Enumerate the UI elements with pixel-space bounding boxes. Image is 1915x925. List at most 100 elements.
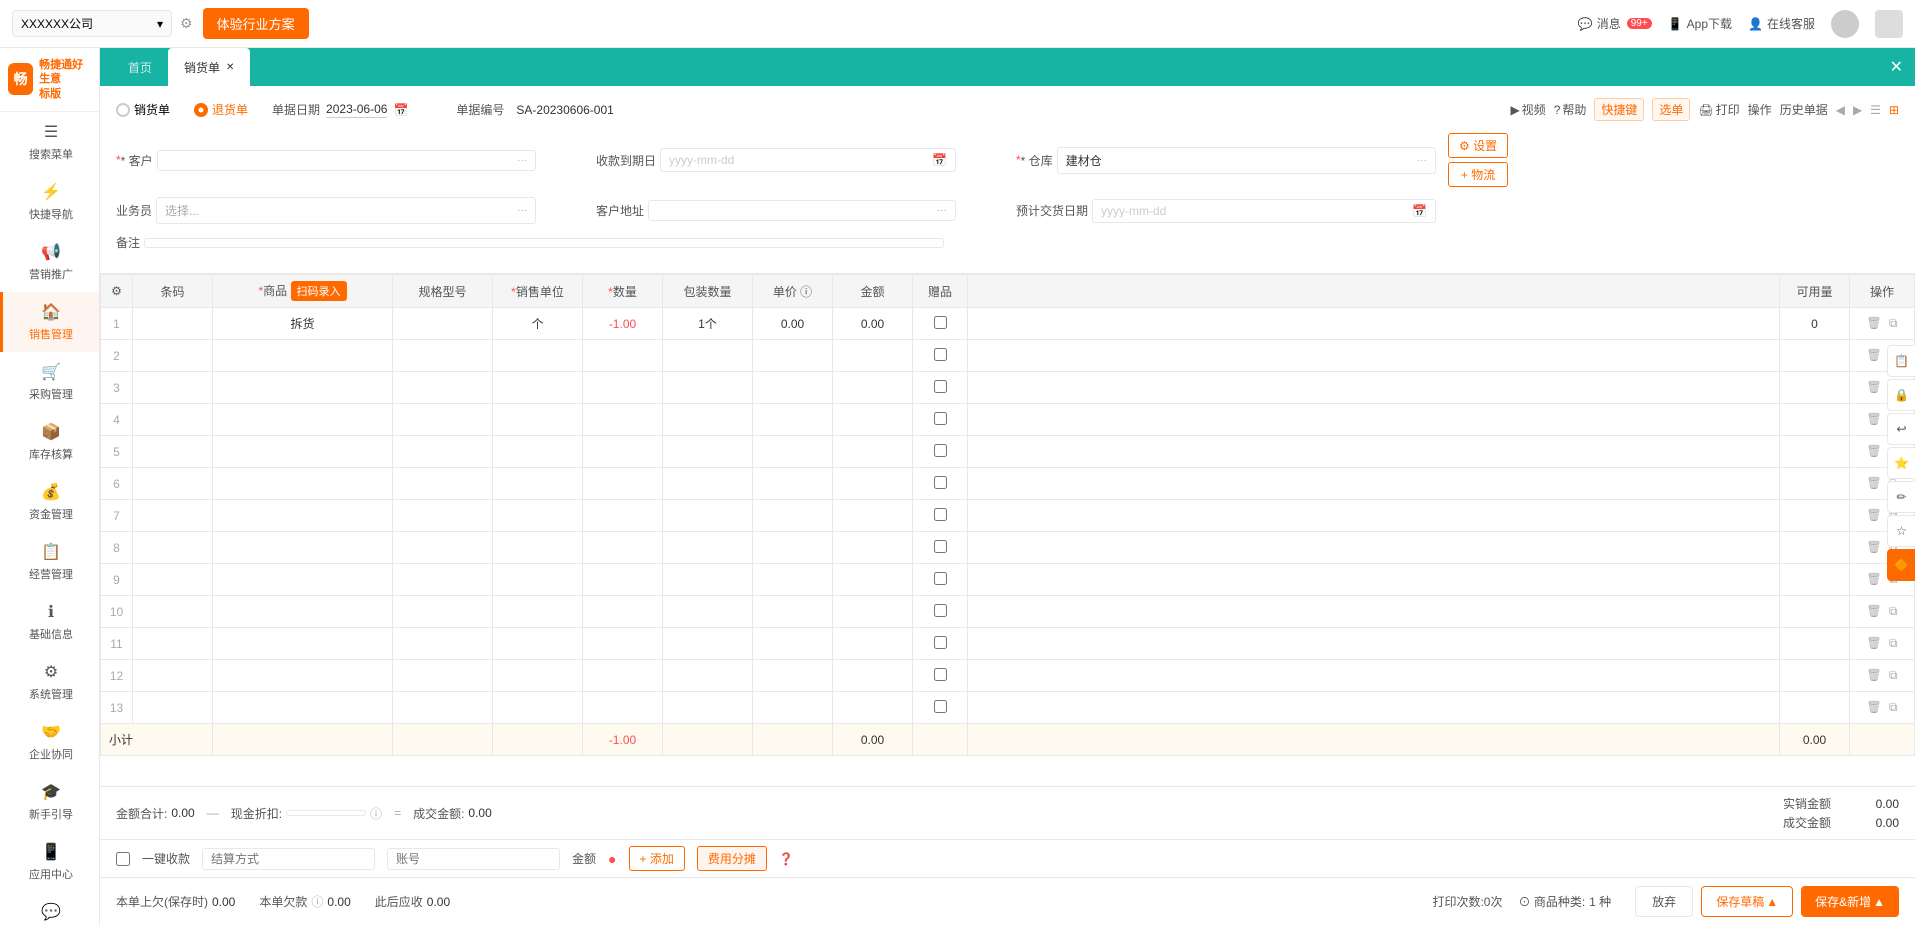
cell-spec[interactable]: [393, 372, 493, 404]
delete-icon[interactable]: 🗑: [1866, 380, 1881, 394]
sidebar-item-marketing[interactable]: 📢 营销推广: [0, 232, 99, 292]
add-payment-btn[interactable]: + 添加: [629, 846, 685, 871]
cell-unit[interactable]: [493, 692, 583, 724]
cell-unit-price[interactable]: [753, 372, 833, 404]
cell-remark[interactable]: [968, 436, 1780, 468]
cell-pack-qty[interactable]: [663, 404, 753, 436]
sidebar-item-collab[interactable]: 🤝 企业协同: [0, 712, 99, 772]
logistics-btn[interactable]: + 物流: [1448, 162, 1508, 187]
customer-address-input[interactable]: ···: [648, 200, 956, 221]
cell-quantity[interactable]: [583, 692, 663, 724]
cell-pack-qty[interactable]: [663, 564, 753, 596]
cell-remark[interactable]: [968, 500, 1780, 532]
cell-barcode[interactable]: [133, 468, 213, 500]
cell-spec[interactable]: [393, 436, 493, 468]
cell-spec[interactable]: [393, 340, 493, 372]
cell-remark[interactable]: [968, 308, 1780, 340]
cell-gift[interactable]: [913, 564, 968, 596]
print-btn[interactable]: 🖨打印: [1698, 101, 1739, 118]
cell-unit[interactable]: [493, 500, 583, 532]
message-btn[interactable]: 💬 消息 99+: [1578, 15, 1652, 32]
cell-product[interactable]: [213, 500, 393, 532]
cell-gift[interactable]: [913, 372, 968, 404]
nav-prev-icon[interactable]: ◀: [1836, 103, 1845, 117]
amount-add-circle[interactable]: ●: [608, 851, 616, 867]
cell-remark[interactable]: [968, 692, 1780, 724]
cell-amount[interactable]: [833, 564, 913, 596]
sidebar-item-wechat[interactable]: 💬 企业微信: [0, 892, 99, 925]
trial-button[interactable]: 体验行业方案: [203, 8, 309, 39]
expected-date-cal-icon[interactable]: 📅: [1412, 204, 1427, 218]
delete-icon[interactable]: 🗑: [1866, 316, 1881, 330]
copy-icon[interactable]: ⧉: [1889, 668, 1898, 682]
cell-remark[interactable]: [968, 596, 1780, 628]
cell-product[interactable]: [213, 532, 393, 564]
cell-quantity[interactable]: [583, 340, 663, 372]
cell-quantity[interactable]: [583, 500, 663, 532]
cell-gift[interactable]: [913, 596, 968, 628]
cell-unit-price[interactable]: [753, 468, 833, 500]
cell-pack-qty[interactable]: [663, 468, 753, 500]
cell-barcode[interactable]: [133, 436, 213, 468]
copy-icon[interactable]: ⧉: [1889, 316, 1898, 330]
cell-barcode[interactable]: [133, 372, 213, 404]
delete-icon[interactable]: 🗑: [1866, 668, 1881, 682]
cell-unit-price[interactable]: [753, 628, 833, 660]
company-selector[interactable]: XXXXXX公司 ▾: [12, 10, 172, 37]
window-close-icon[interactable]: ✕: [1890, 59, 1903, 76]
copy-icon[interactable]: ⧉: [1889, 636, 1898, 650]
cell-pack-qty[interactable]: [663, 660, 753, 692]
cell-product[interactable]: [213, 468, 393, 500]
cell-barcode[interactable]: [133, 500, 213, 532]
cell-spec[interactable]: [393, 692, 493, 724]
cell-unit[interactable]: [493, 468, 583, 500]
save-new-btn[interactable]: 保存&新增 ▲: [1801, 886, 1899, 917]
cell-product[interactable]: [213, 660, 393, 692]
cell-pack-qty[interactable]: [663, 628, 753, 660]
nav-next-icon[interactable]: ▶: [1853, 103, 1862, 117]
float-btn-5[interactable]: ✏: [1887, 481, 1915, 513]
cell-unit-price[interactable]: [753, 500, 833, 532]
radio-return-order[interactable]: 退货单: [194, 101, 248, 118]
sidebar-item-finance[interactable]: 💰 资金管理: [0, 472, 99, 532]
shortcut-btn[interactable]: 快捷键: [1594, 98, 1644, 121]
cell-unit-price[interactable]: [753, 404, 833, 436]
app-download-btn[interactable]: 📱 App下载: [1668, 15, 1732, 32]
owe-info-icon[interactable]: ⓘ: [311, 893, 323, 910]
cell-remark[interactable]: [968, 532, 1780, 564]
cell-barcode[interactable]: [133, 628, 213, 660]
sidebar-item-sales[interactable]: 🏠 销售管理: [0, 292, 99, 352]
cell-barcode[interactable]: [133, 308, 213, 340]
th-settings[interactable]: ⚙: [101, 275, 133, 308]
cell-pack-qty[interactable]: [663, 372, 753, 404]
cell-barcode[interactable]: [133, 596, 213, 628]
float-btn-3[interactable]: ↩: [1887, 413, 1915, 445]
due-date-input[interactable]: yyyy-mm-dd 📅: [660, 148, 956, 172]
float-btn-6[interactable]: ☆: [1887, 515, 1915, 547]
cell-remark[interactable]: [968, 628, 1780, 660]
delete-icon[interactable]: 🗑: [1866, 444, 1881, 458]
salesperson-input[interactable]: 选择... ···: [156, 197, 536, 224]
cell-product[interactable]: [213, 436, 393, 468]
cell-gift[interactable]: [913, 660, 968, 692]
cell-quantity[interactable]: [583, 532, 663, 564]
cell-unit[interactable]: [493, 532, 583, 564]
sidebar-item-inventory[interactable]: 📦 库存核算: [0, 412, 99, 472]
delete-icon[interactable]: 🗑: [1866, 412, 1881, 426]
cell-amount[interactable]: [833, 340, 913, 372]
cell-quantity[interactable]: [583, 468, 663, 500]
sidebar-item-quicknav[interactable]: ⚡ 快捷导航: [0, 172, 99, 232]
cell-quantity[interactable]: -1.00: [583, 308, 663, 340]
cell-amount[interactable]: [833, 372, 913, 404]
cell-product[interactable]: 拆货: [213, 308, 393, 340]
cell-product[interactable]: [213, 404, 393, 436]
cell-product[interactable]: [213, 692, 393, 724]
sidebar-item-operations[interactable]: 📋 经营管理: [0, 532, 99, 592]
float-btn-1[interactable]: 📋: [1887, 345, 1915, 377]
cell-barcode[interactable]: [133, 532, 213, 564]
cell-product[interactable]: [213, 340, 393, 372]
float-btn-4[interactable]: ⭐: [1887, 447, 1915, 479]
history-btn[interactable]: 历史单据: [1780, 101, 1828, 118]
expense-help-icon[interactable]: ❓: [779, 852, 794, 866]
cell-gift[interactable]: [913, 500, 968, 532]
